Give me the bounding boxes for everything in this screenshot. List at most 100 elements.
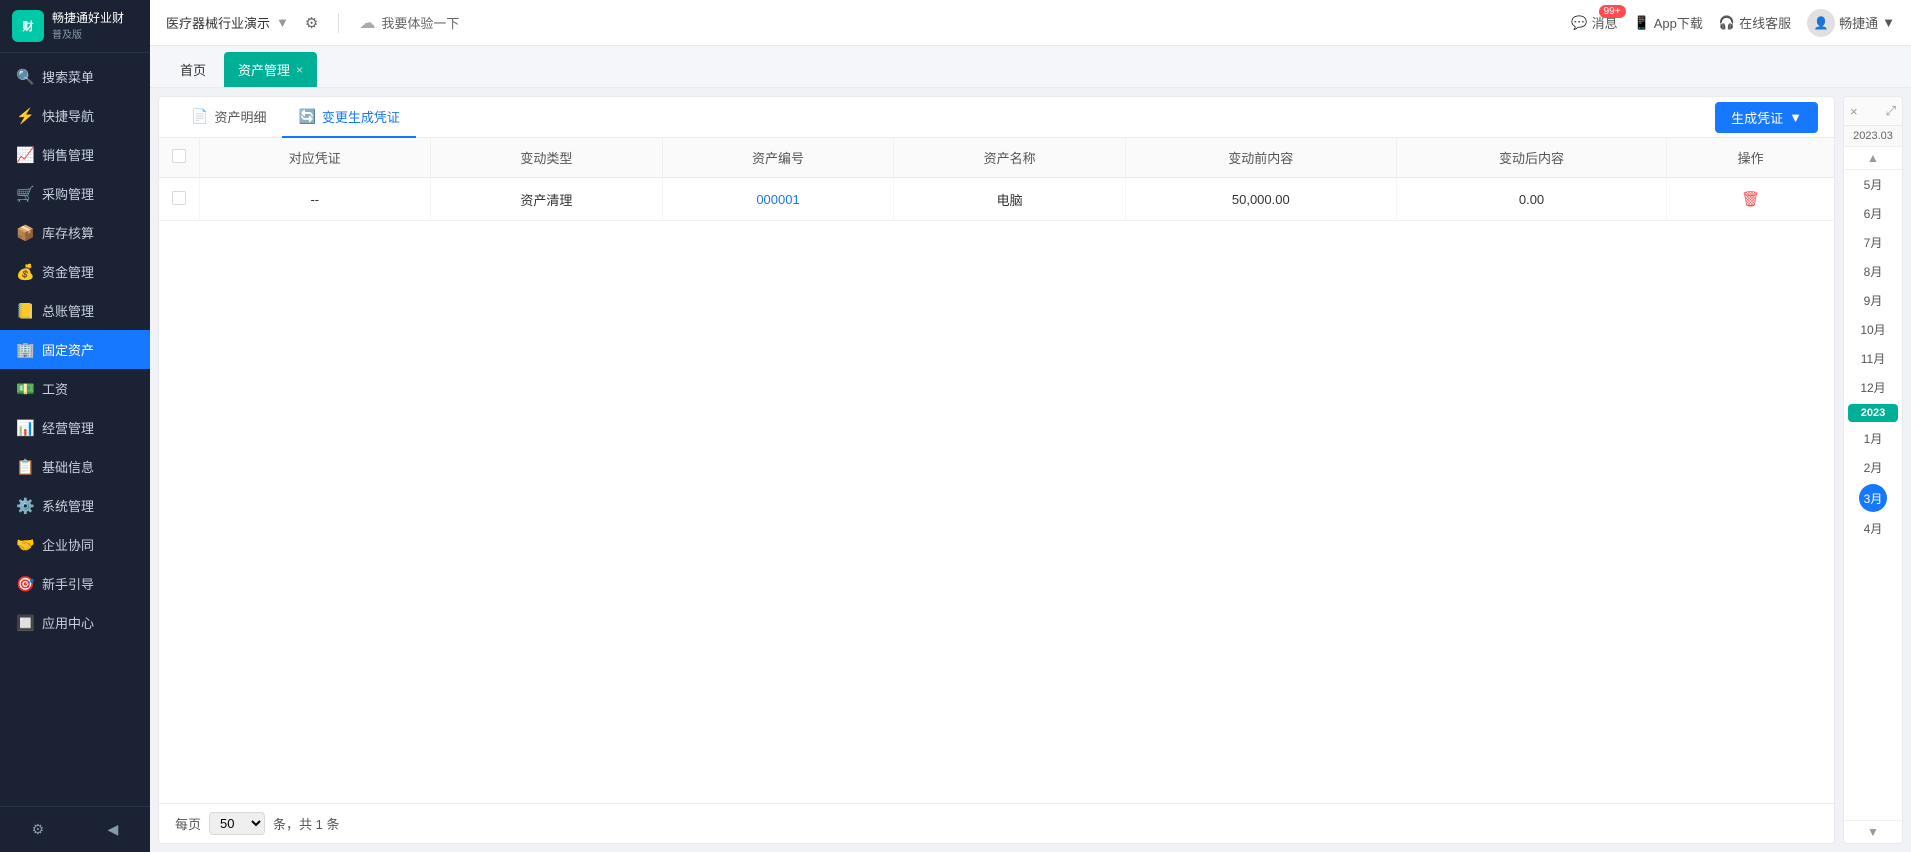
- header-voucher: 对应凭证: [199, 138, 431, 178]
- sidebar-item-coop[interactable]: 🤝 企业协同: [0, 525, 150, 564]
- payroll-icon: 💵: [16, 380, 34, 398]
- month-1[interactable]: 1月: [1844, 424, 1902, 453]
- messages-button[interactable]: 💬 消息 99+: [1571, 13, 1617, 32]
- generate-voucher-icon: 🔄: [298, 108, 315, 125]
- message-icon: 💬: [1571, 15, 1587, 31]
- per-page-select[interactable]: 50 10 20 100: [209, 812, 265, 835]
- table-row: -- 资产清理 000001 电脑 50,000.00 0.00 🗑: [159, 178, 1834, 221]
- row-before-change: 50,000.00: [1125, 178, 1396, 221]
- year-2023-label: 2023: [1848, 404, 1898, 422]
- month-4[interactable]: 4月: [1844, 514, 1902, 543]
- settings-gear-icon[interactable]: ⚙: [305, 14, 318, 32]
- tab-asset-management[interactable]: 资产管理 ×: [224, 52, 317, 87]
- sub-tabs: 📄 资产明细 🔄 变更生成凭证 生成凭证 ▼: [159, 97, 1834, 138]
- collapse-button[interactable]: ◀: [102, 815, 125, 844]
- avatar: 👤: [1807, 9, 1835, 37]
- header-asset-name: 资产名称: [894, 138, 1126, 178]
- sidebar-item-fixed[interactable]: 🏢 固定资产: [0, 330, 150, 369]
- settings-button[interactable]: ⚙: [26, 815, 51, 844]
- month-12[interactable]: 12月: [1844, 373, 1902, 402]
- profile-arrow-icon: ▼: [1882, 15, 1895, 30]
- select-all-checkbox[interactable]: [172, 149, 186, 163]
- tab-home[interactable]: 首页: [166, 52, 220, 87]
- search-icon: 🔍: [16, 68, 34, 86]
- generate-voucher-button[interactable]: 生成凭证 ▼: [1715, 102, 1818, 133]
- right-panel-nav-down[interactable]: ▼: [1844, 820, 1902, 843]
- month-10[interactable]: 10月: [1844, 315, 1902, 344]
- month-8[interactable]: 8月: [1844, 257, 1902, 286]
- row-after-change: 0.00: [1396, 178, 1667, 221]
- month-11[interactable]: 11月: [1844, 344, 1902, 373]
- operations-icon: 📊: [16, 419, 34, 437]
- finance-icon: 💰: [16, 263, 34, 281]
- sidebar-item-finance[interactable]: 💰 资金管理: [0, 252, 150, 291]
- tab-close-icon[interactable]: ×: [296, 63, 303, 77]
- month-9[interactable]: 9月: [1844, 286, 1902, 315]
- row-asset-name: 电脑: [894, 178, 1126, 221]
- company-arrow-icon: ▼: [276, 15, 289, 30]
- tab-bar: 首页 资产管理 ×: [150, 46, 1911, 88]
- content-area: 📄 资产明细 🔄 变更生成凭证 生成凭证 ▼: [150, 88, 1911, 852]
- right-panel-expand-button[interactable]: ⤢: [1886, 103, 1896, 119]
- sidebar: 财 畅捷通好业财 普及版 🔍 搜索菜单 ⚡ 快捷导航 📈 销售管理 🛒 采购管理…: [0, 0, 150, 852]
- right-panel-nav-up[interactable]: ▲: [1844, 147, 1902, 170]
- experience-button[interactable]: ☁ 我要体验一下: [359, 13, 459, 33]
- sidebar-item-system[interactable]: ⚙️ 系统管理: [0, 486, 150, 525]
- customer-service-button[interactable]: 🎧 在线客服: [1719, 13, 1791, 32]
- sidebar-item-appstore[interactable]: 🔲 应用中心: [0, 603, 150, 642]
- cloud-icon: ☁: [359, 13, 375, 33]
- topbar-divider: [338, 13, 339, 33]
- right-panel-close-button[interactable]: ×: [1850, 104, 1858, 119]
- header-action: 操作: [1667, 138, 1834, 178]
- sidebar-item-basic[interactable]: 📋 基础信息: [0, 447, 150, 486]
- main-wrapper: 医疗器械行业演示 ▼ ⚙ ☁ 我要体验一下 💬 消息 99+ 📱 App下载 🎧…: [150, 0, 1911, 852]
- user-profile[interactable]: 👤 畅捷通 ▼: [1807, 9, 1895, 37]
- sidebar-item-payroll[interactable]: 💵 工资: [0, 369, 150, 408]
- basic-icon: 📋: [16, 458, 34, 476]
- month-7[interactable]: 7月: [1844, 228, 1902, 257]
- sidebar-item-quicknav[interactable]: ⚡ 快捷导航: [0, 96, 150, 135]
- header-checkbox-cell: [159, 138, 199, 178]
- month-6[interactable]: 6月: [1844, 199, 1902, 228]
- purchase-icon: 🛒: [16, 185, 34, 203]
- system-icon: ⚙️: [16, 497, 34, 515]
- sidebar-item-ledger[interactable]: 📒 总账管理: [0, 291, 150, 330]
- sidebar-item-search[interactable]: 🔍 搜索菜单: [0, 57, 150, 96]
- month-5[interactable]: 5月: [1844, 170, 1902, 199]
- sidebar-item-operations[interactable]: 📊 经营管理: [0, 408, 150, 447]
- sub-tab-generate-voucher[interactable]: 🔄 变更生成凭证: [282, 97, 415, 138]
- delete-row-button[interactable]: 🗑: [1735, 188, 1766, 210]
- header-change-type: 变动类型: [431, 138, 663, 178]
- table-container: 对应凭证 变动类型 资产编号 资产名称 变动前内容 变动后内容 操作: [159, 138, 1834, 803]
- sidebar-item-purchase[interactable]: 🛒 采购管理: [0, 174, 150, 213]
- right-panel: × ⤢ 2023.03 ▲ 5月 6月 7月 8月 9月 10月 11月 12月…: [1843, 96, 1903, 844]
- sub-tab-asset-detail[interactable]: 📄 资产明细: [175, 97, 282, 138]
- appstore-icon: 🔲: [16, 614, 34, 632]
- header-asset-code: 资产编号: [662, 138, 894, 178]
- sidebar-item-guide[interactable]: 🎯 新手引导: [0, 564, 150, 603]
- ledger-icon: 📒: [16, 302, 34, 320]
- page-total: 条，共 1 条: [273, 814, 339, 833]
- right-panel-header: × ⤢: [1844, 97, 1902, 126]
- row-checkbox-cell: [159, 178, 199, 221]
- inventory-icon: 📦: [16, 224, 34, 242]
- fixed-icon: 🏢: [16, 341, 34, 359]
- quicknav-icon: ⚡: [16, 107, 34, 125]
- app-download-button[interactable]: 📱 App下载: [1634, 13, 1703, 32]
- topbar: 医疗器械行业演示 ▼ ⚙ ☁ 我要体验一下 💬 消息 99+ 📱 App下载 🎧…: [150, 0, 1911, 46]
- asset-detail-icon: 📄: [191, 108, 208, 125]
- row-change-type: 资产清理: [431, 178, 663, 221]
- row-voucher: --: [199, 178, 431, 221]
- row-checkbox[interactable]: [172, 191, 186, 205]
- header-after-change: 变动后内容: [1396, 138, 1667, 178]
- customer-service-icon: 🎧: [1719, 15, 1735, 31]
- sidebar-item-sales[interactable]: 📈 销售管理: [0, 135, 150, 174]
- coop-icon: 🤝: [16, 536, 34, 554]
- month-3-active[interactable]: 3月: [1859, 484, 1887, 512]
- right-panel-year-label: 2023.03: [1844, 126, 1902, 147]
- sidebar-item-inventory[interactable]: 📦 库存核算: [0, 213, 150, 252]
- company-selector[interactable]: 医疗器械行业演示 ▼: [166, 13, 289, 32]
- per-page-label: 每页: [175, 814, 201, 833]
- month-2[interactable]: 2月: [1844, 453, 1902, 482]
- row-action: 🗑: [1667, 178, 1834, 221]
